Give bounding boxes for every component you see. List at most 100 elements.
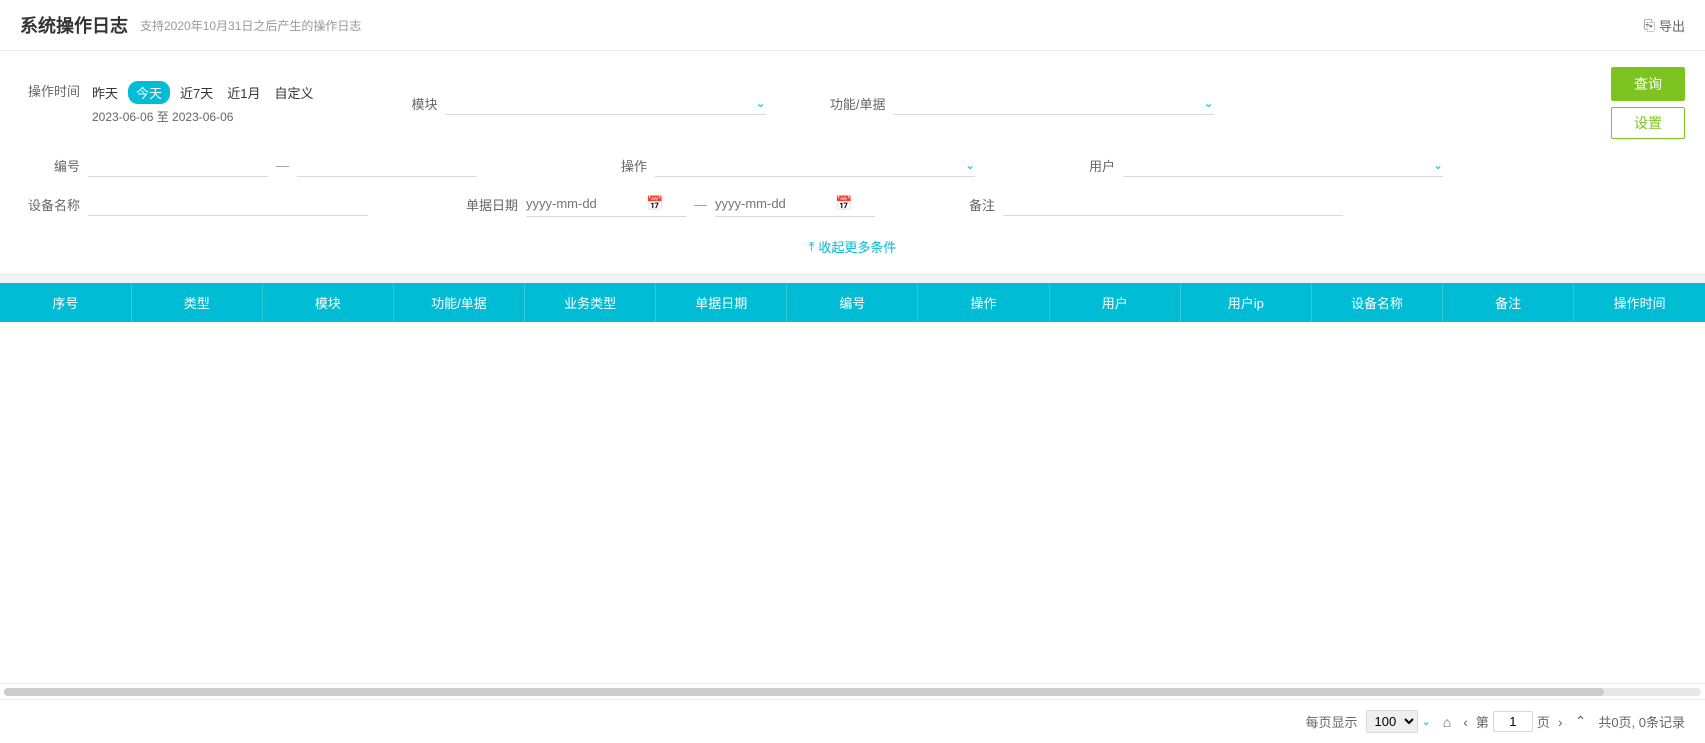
time-buttons: 昨天 今天 近7天 近1月 自定义 [88, 81, 318, 104]
time-btn-yesterday[interactable]: 昨天 [88, 81, 122, 104]
horizontal-scrollbar[interactable] [0, 683, 1705, 699]
col-id: 编号 [787, 283, 918, 322]
operation-section: 操作 ⌄ [587, 154, 975, 177]
calendar-end-icon[interactable]: 📅 [835, 195, 852, 212]
filter-row-2: 编号 — 操作 ⌄ 用户 [20, 153, 1685, 177]
col-biz-type: 业务类型 [525, 283, 656, 322]
row1-inner: 操作时间 昨天 今天 近7天 近1月 自定义 2023-06-06 至 2023… [20, 67, 1685, 139]
next-page-button[interactable]: › [1554, 712, 1567, 732]
time-filter-section: 操作时间 昨天 今天 近7天 近1月 自定义 2023-06-06 至 2023… [20, 81, 318, 125]
time-label: 操作时间 [20, 81, 80, 100]
collapse-button[interactable]: ⤒ 收起更多条件 [809, 237, 897, 256]
device-section: 设备名称 [20, 192, 368, 216]
per-page-label: 每页显示 [1306, 712, 1358, 731]
page-prefix-label: 第 [1476, 712, 1489, 731]
module-section: 模块 ⌄ [378, 92, 766, 115]
table-header: 序号 类型 模块 功能/单据 业务类型 单据日期 编号 操作 用户 用户ip 设… [0, 283, 1705, 322]
function-select[interactable]: ⌄ [894, 92, 1214, 115]
pagination-bar: 每页显示 100 50 200 ⌄ ⌂ ‹ 第 页 › ⌃ 共0页, 0条记录 [0, 699, 1705, 743]
col-type: 类型 [131, 283, 262, 322]
query-button[interactable]: 查询 [1611, 67, 1685, 101]
id-label: 编号 [20, 156, 80, 175]
row2-inner: 编号 — 操作 ⌄ 用户 [20, 153, 1685, 177]
per-page-dropdown[interactable]: 100 50 200 [1366, 710, 1418, 733]
id-input-to[interactable] [297, 153, 477, 177]
date-dash: — [694, 197, 707, 212]
scrollbar-thumb[interactable] [4, 688, 1604, 696]
last-page-button[interactable]: ⌃ [1571, 711, 1591, 732]
function-label: 功能/单据 [826, 94, 886, 113]
date-label: 单据日期 [448, 195, 518, 214]
col-user: 用户 [1049, 283, 1180, 322]
col-operation: 操作 [918, 283, 1049, 322]
calendar-start-icon[interactable]: 📅 [646, 195, 663, 212]
time-btn-today[interactable]: 今天 [128, 81, 170, 104]
device-input[interactable] [88, 192, 368, 216]
date-start-input[interactable] [526, 196, 646, 211]
id-section: 编号 — [20, 153, 477, 177]
module-select[interactable]: ⌄ [446, 92, 766, 115]
col-doc-date: 单据日期 [656, 283, 787, 322]
data-table: 序号 类型 模块 功能/单据 业务类型 单据日期 编号 操作 用户 用户ip 设… [0, 283, 1705, 672]
device-label: 设备名称 [20, 195, 80, 214]
scrollbar-track [4, 688, 1701, 696]
col-op-time: 操作时间 [1574, 283, 1705, 322]
filter-area: 操作时间 昨天 今天 近7天 近1月 自定义 2023-06-06 至 2023… [0, 51, 1705, 275]
time-btn-1month[interactable]: 近1月 [223, 81, 264, 104]
page-subtitle: 支持2020年10月31日之后产生的操作日志 [140, 17, 361, 34]
col-function: 功能/单据 [393, 283, 524, 322]
settings-button[interactable]: 设置 [1611, 107, 1685, 139]
user-section: 用户 ⌄ [1055, 154, 1443, 177]
prev-page-button[interactable]: ‹ [1459, 712, 1472, 732]
remark-label: 备注 [935, 195, 995, 214]
module-chevron-icon: ⌄ [755, 96, 765, 110]
col-module: 模块 [262, 283, 393, 322]
id-input-from[interactable] [88, 153, 268, 177]
date-end-input[interactable] [715, 196, 835, 211]
page-title: 系统操作日志 [20, 12, 128, 38]
action-buttons: 查询 设置 [1611, 67, 1685, 139]
row3-inner: 设备名称 单据日期 📅 — 📅 [20, 191, 1685, 217]
first-page-button[interactable]: ⌂ [1439, 712, 1455, 732]
operation-chevron-icon: ⌄ [965, 158, 975, 172]
table-area: 序号 类型 模块 功能/单据 业务类型 单据日期 编号 操作 用户 用户ip 设… [0, 283, 1705, 683]
empty-row [0, 322, 1705, 672]
remark-input[interactable] [1003, 192, 1343, 216]
page-nav: ⌂ ‹ 第 页 › ⌃ [1439, 711, 1591, 732]
collapse-label: 收起更多条件 [818, 237, 896, 256]
col-user-ip: 用户ip [1180, 283, 1311, 322]
time-range: 2023-06-06 至 2023-06-06 [92, 108, 318, 125]
export-button[interactable]: ⎘ 导出 [1644, 16, 1685, 35]
page-suffix-label: 页 [1537, 712, 1550, 731]
time-filter: 昨天 今天 近7天 近1月 自定义 2023-06-06 至 2023-06-0… [88, 81, 318, 125]
col-remark: 备注 [1443, 283, 1574, 322]
filter-row-3: 设备名称 单据日期 📅 — 📅 [20, 191, 1685, 217]
empty-cell [0, 322, 1705, 672]
collapse-up-icon: ⤒ [809, 239, 815, 255]
date-start-wrap: 📅 [526, 191, 686, 217]
user-select[interactable]: ⌄ [1123, 154, 1443, 177]
per-page-select: 100 50 200 ⌄ [1366, 710, 1431, 733]
page-header: 系统操作日志 支持2020年10月31日之后产生的操作日志 ⎘ 导出 [0, 0, 1705, 51]
col-index: 序号 [0, 283, 131, 322]
export-icon: ⎘ [1644, 17, 1655, 34]
table-body [0, 322, 1705, 672]
filter-row-1: 操作时间 昨天 今天 近7天 近1月 自定义 2023-06-06 至 2023… [20, 67, 1685, 139]
function-section: 功能/单据 ⌄ [826, 92, 1214, 115]
remark-section: 备注 [935, 192, 1343, 216]
user-chevron-icon: ⌄ [1433, 158, 1443, 172]
time-btn-custom[interactable]: 自定义 [271, 81, 318, 104]
function-chevron-icon: ⌄ [1203, 96, 1213, 110]
current-page-input[interactable] [1493, 711, 1533, 732]
col-device: 设备名称 [1311, 283, 1442, 322]
id-dash: — [276, 158, 289, 173]
module-label: 模块 [378, 94, 438, 113]
operation-select[interactable]: ⌄ [655, 154, 975, 177]
page-wrapper: 系统操作日志 支持2020年10月31日之后产生的操作日志 ⎘ 导出 操作时间 … [0, 0, 1705, 743]
per-page-chevron-icon: ⌄ [1422, 715, 1431, 728]
operation-label: 操作 [587, 156, 647, 175]
total-info: 共0页, 0条记录 [1598, 712, 1685, 731]
date-section: 单据日期 📅 — 📅 [448, 191, 875, 217]
date-end-wrap: 📅 [715, 191, 875, 217]
time-btn-7days[interactable]: 近7天 [176, 81, 217, 104]
